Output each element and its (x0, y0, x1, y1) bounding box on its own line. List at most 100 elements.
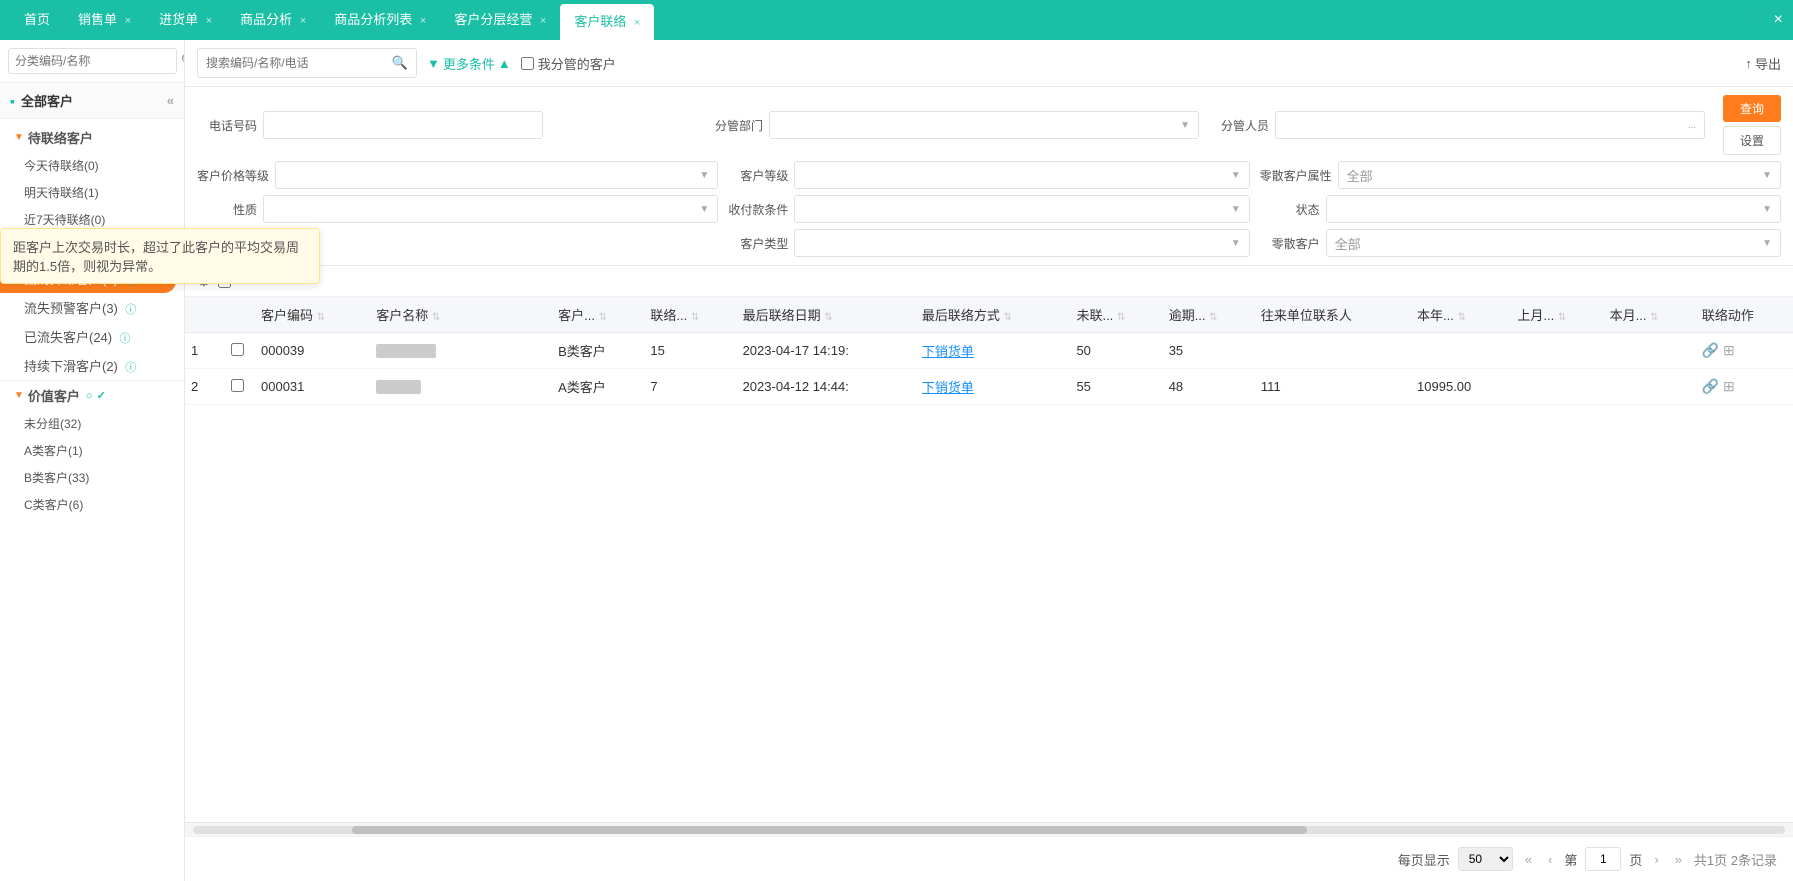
method-sort-icon[interactable]: ⇅ (1003, 312, 1011, 323)
sidebar-item-declining[interactable]: 持续下滑客户(2) ⓘ (0, 351, 184, 380)
search-icon[interactable]: 🔍 (392, 55, 408, 71)
sidebar-item-churn-warning[interactable]: 流失预警客户(3) ⓘ (0, 293, 184, 322)
search-input[interactable] (206, 56, 392, 70)
last-month-sort-icon[interactable]: ⇅ (1558, 312, 1566, 323)
row-checkbox-0[interactable] (231, 343, 244, 356)
action-grid-icon-0[interactable]: ⊞ (1723, 342, 1735, 358)
nav-close-sales[interactable]: × (125, 15, 131, 27)
nav-purchase[interactable]: 进货单 × (145, 0, 226, 40)
cell-checkbox-1[interactable] (225, 369, 255, 405)
retail-customer-select[interactable]: 全部 ▼ (1326, 229, 1781, 257)
gender-select[interactable]: ▼ (263, 195, 718, 223)
sidebar-item-a-class[interactable]: A类客户(1) (0, 437, 184, 464)
sidebar-search-input[interactable] (8, 48, 177, 74)
customer-type-select[interactable]: ▼ (794, 229, 1249, 257)
info-icon-3: ⓘ (125, 362, 136, 374)
contact-sort-icon[interactable]: ⇅ (691, 312, 699, 323)
filter-buttons: 查询 设置 (1723, 95, 1781, 155)
next-page-btn[interactable]: › (1650, 850, 1662, 869)
nav-close-customer-contact[interactable]: × (634, 17, 640, 29)
person-select[interactable]: ... (1275, 111, 1705, 139)
sidebar-item-tomorrow[interactable]: 明天待联络(1) (0, 179, 184, 206)
horizontal-scrollbar[interactable] (185, 822, 1793, 836)
sidebar-item-unclassified[interactable]: 未分组(32) (0, 410, 184, 437)
name-sort-icon[interactable]: ⇅ (432, 312, 440, 323)
col-name: 客户名称 ⇅ (370, 297, 552, 333)
my-customer-checkbox[interactable] (521, 57, 534, 70)
collapse-icon[interactable]: « (167, 93, 174, 108)
price-level-select[interactable]: ▼ (275, 161, 718, 189)
filter-phone-field: 电话号码 (197, 111, 693, 139)
sidebar-item-churned[interactable]: 已流失客户(24) ⓘ (0, 322, 184, 351)
export-button[interactable]: ↑ 导出 (1745, 54, 1781, 73)
nav-customer-tier[interactable]: 客户分层经营 × (440, 0, 560, 40)
cell-unit-contact-1: 111 (1255, 369, 1411, 405)
customers-table: 客户编码 ⇅ 客户名称 ⇅ 客户... ⇅ (185, 297, 1793, 405)
retail-attr-select[interactable]: 全部 ▼ (1338, 161, 1781, 189)
nav-customer-contact[interactable]: 客户联络 × (560, 4, 654, 40)
nav-home[interactable]: 首页 (10, 0, 64, 40)
date-sort-icon[interactable]: ⇅ (824, 312, 832, 323)
level-select[interactable]: ▼ (794, 161, 1249, 189)
action-grid-icon-1[interactable]: ⊞ (1723, 378, 1735, 394)
per-page-label: 每页显示 (1398, 850, 1450, 869)
prev-page-btn[interactable]: ‹ (1544, 850, 1556, 869)
sidebar-item-b-class[interactable]: B类客户(33) (0, 464, 184, 491)
sidebar-item-c-class[interactable]: C类客户(6) (0, 491, 184, 518)
nav-close-goods-analysis-list[interactable]: × (420, 15, 426, 27)
scroll-track (193, 826, 1785, 834)
level-label: 客户等级 (728, 167, 788, 184)
pending-group-title[interactable]: ▼ 待联络客户 (0, 123, 184, 152)
pending-tri-icon: ▼ (14, 132, 24, 143)
nav-close-customer-tier[interactable]: × (540, 15, 546, 27)
cell-unread-0: 50 (1070, 333, 1162, 369)
total-info: 共1页 2条记录 (1694, 850, 1777, 869)
sidebar-item-today[interactable]: 今天待联络(0) (0, 152, 184, 179)
dept-label: 分管部门 (703, 117, 763, 134)
cell-last-month-0 (1511, 333, 1603, 369)
window-close-button[interactable]: × (1774, 11, 1783, 29)
value-group-edit-icon[interactable]: ○ (86, 390, 93, 402)
code-sort-icon[interactable]: ⇅ (317, 312, 325, 323)
action-link-icon-0[interactable]: 🔗 (1702, 342, 1719, 358)
nav-goods-analysis-list[interactable]: 商品分析列表 × (320, 0, 440, 40)
cell-checkbox-0[interactable] (225, 333, 255, 369)
cell-last-method-0[interactable]: 下销货单 (916, 333, 1071, 369)
per-page-select[interactable]: 50 20 100 (1458, 847, 1513, 871)
search-input-wrapper: 🔍 (197, 48, 417, 78)
phone-input[interactable] (263, 111, 543, 139)
filter-payment-field: 收付款条件 ▼ (728, 195, 1249, 223)
this-month-sort-icon[interactable]: ⇅ (1650, 312, 1658, 323)
nav-close-purchase[interactable]: × (206, 15, 212, 27)
last-page-btn[interactable]: » (1671, 850, 1686, 869)
payment-select[interactable]: ▼ (794, 195, 1249, 223)
first-page-btn[interactable]: « (1521, 850, 1536, 869)
page-input[interactable] (1585, 847, 1621, 871)
value-group-check-icon[interactable]: ✓ (97, 389, 106, 402)
action-link-icon-1[interactable]: 🔗 (1702, 378, 1719, 394)
settings-button[interactable]: 设置 (1723, 126, 1781, 155)
more-conditions-btn[interactable]: ▼ 更多条件 ▲ (427, 54, 511, 73)
person-caret-icon: ... (1688, 120, 1696, 131)
cell-last-method-1[interactable]: 下销货单 (916, 369, 1071, 405)
cell-name-0 (370, 333, 552, 369)
customers-icon: ▪ (10, 93, 15, 109)
cell-this-month-0 (1604, 333, 1696, 369)
row-checkbox-1[interactable] (231, 379, 244, 392)
nav-sales[interactable]: 销售单 × (64, 0, 145, 40)
category-sort-icon[interactable]: ⇅ (599, 312, 607, 323)
page-label: 第 (1564, 850, 1577, 869)
nav-close-goods-analysis[interactable]: × (300, 15, 306, 27)
filter-row-1: 电话号码 分管部门 ▼ 分管人员 ... (197, 95, 1781, 155)
query-button[interactable]: 查询 (1723, 95, 1781, 122)
nav-goods-analysis[interactable]: 商品分析 × (226, 0, 320, 40)
year-sort-icon[interactable]: ⇅ (1458, 312, 1466, 323)
price-level-label: 客户价格等级 (197, 167, 269, 184)
status-select[interactable]: ▼ (1326, 195, 1781, 223)
scroll-thumb[interactable] (352, 826, 1307, 834)
unread-sort-icon[interactable]: ⇅ (1117, 312, 1125, 323)
dept-select[interactable]: ▼ (769, 111, 1199, 139)
overdue-sort-icon[interactable]: ⇅ (1209, 312, 1217, 323)
col-action: 联络动作 (1696, 297, 1793, 333)
value-group-title[interactable]: ▼ 价值客户 ○ ✓ (0, 380, 184, 410)
